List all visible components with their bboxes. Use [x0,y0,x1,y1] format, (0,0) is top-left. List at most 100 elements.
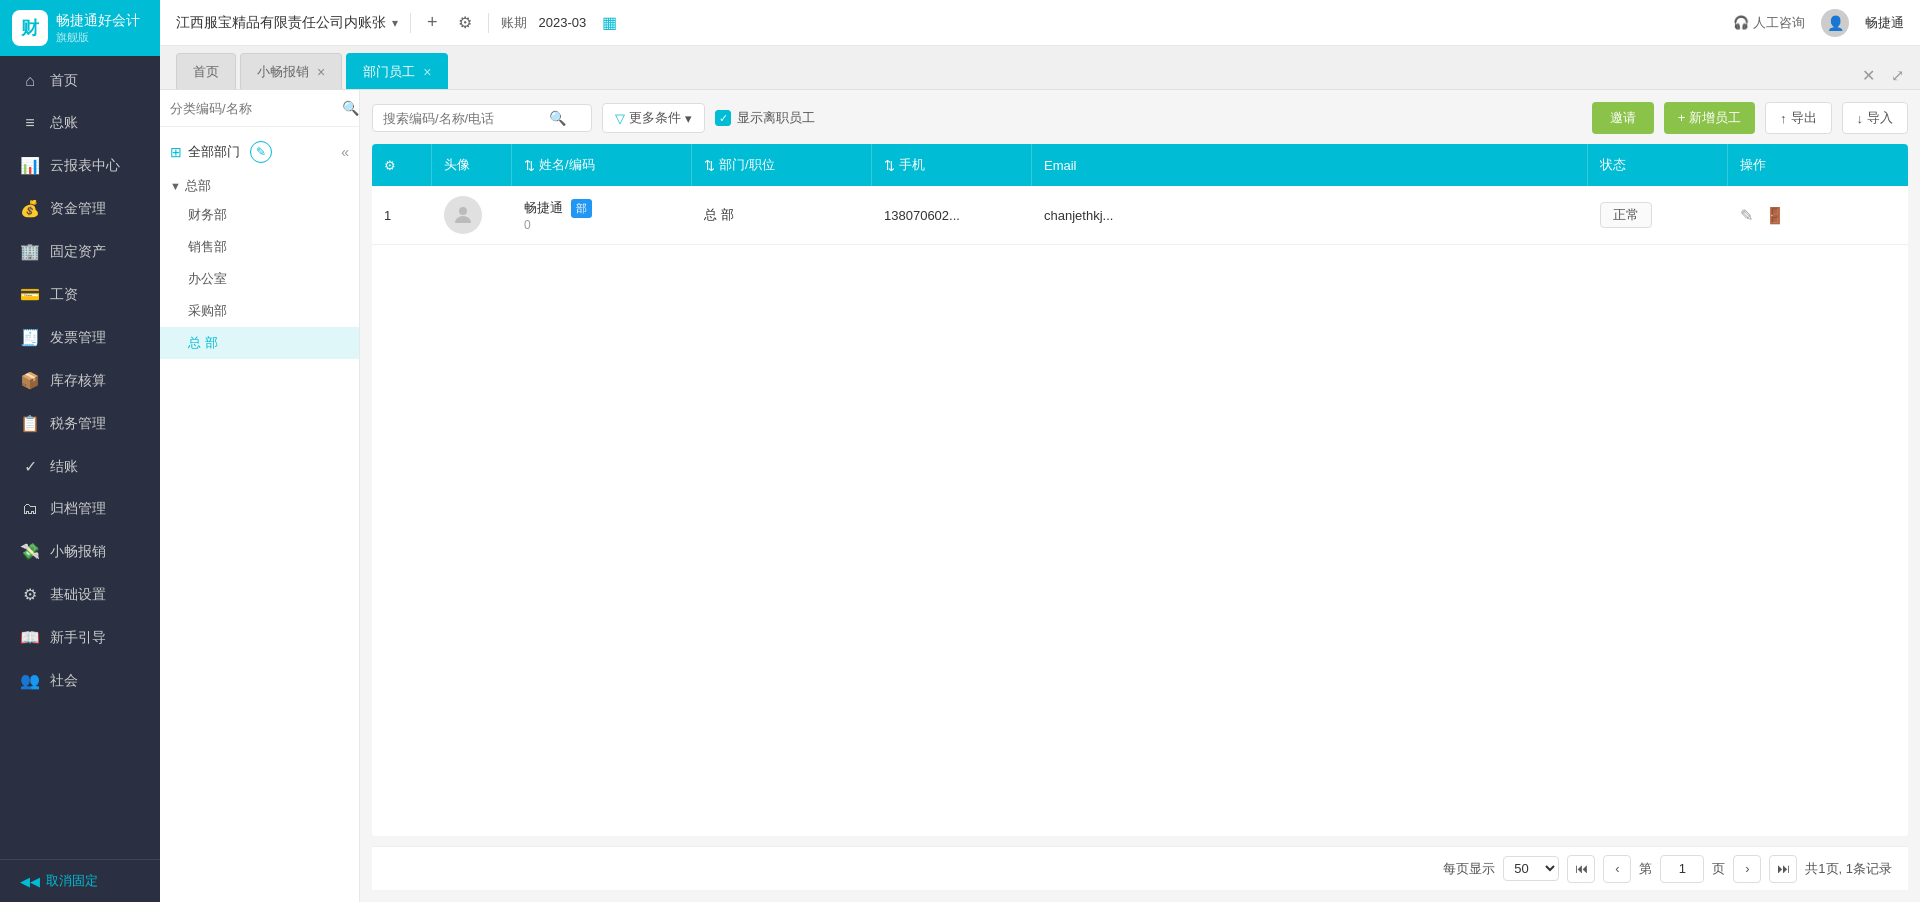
period-label: 账期 [501,14,527,32]
inventory-icon: 📦 [20,371,40,390]
import-label: 导入 [1867,109,1893,127]
tab-expense-label: 小畅报销 [257,63,309,81]
tab-expense-close[interactable]: × [317,64,325,80]
next-page-button[interactable]: › [1733,855,1761,883]
sidebar-nav: ⌂ 首页 ≡ 总账 📊 云报表中心 💰 资金管理 🏢 固定资产 💳 工资 🧾 发… [0,56,160,859]
employee-search-icon[interactable]: 🔍 [549,110,566,126]
sidebar-item-assets[interactable]: 🏢 固定资产 [0,230,160,273]
td-avatar [432,186,512,244]
dept-group-zongbu[interactable]: ▼ 总部 [160,171,359,199]
service-button[interactable]: 🎧 人工咨询 [1733,14,1805,32]
import-button[interactable]: ↓ 导入 [1842,102,1909,134]
tab-maximize-btn[interactable]: ⤢ [1887,62,1908,89]
dept-item-office-label: 办公室 [188,271,227,286]
sidebar-label-assets: 固定资产 [50,243,106,261]
fund-icon: 💰 [20,199,40,218]
th-name[interactable]: ⇅ 姓名/编码 [512,144,692,186]
employee-avatar [444,196,482,234]
dept-item-purchasing[interactable]: 采购部 [160,295,359,327]
dept-collapse-icon[interactable]: « [341,144,349,160]
first-page-button[interactable]: ⏮ [1567,855,1595,883]
search-box: 🔍 [372,104,592,132]
sidebar-item-guide[interactable]: 📖 新手引导 [0,616,160,659]
tab-department-label: 部门员工 [363,63,415,81]
page-input[interactable] [1660,855,1704,883]
page-label: 页 [1712,860,1725,878]
app-edition: 旗舰版 [56,30,140,45]
salary-icon: 💳 [20,285,40,304]
dept-item-finance[interactable]: 财务部 [160,199,359,231]
sidebar-item-reports[interactable]: 📊 云报表中心 [0,144,160,187]
tax-icon: 📋 [20,414,40,433]
filter-arrow: ▾ [685,111,692,126]
top-header: 江西服宝精品有限责任公司内账张 ▾ + ⚙ 账期 2023-03 ▦ 🎧 人工咨… [160,0,1920,46]
sidebar-label-fund: 资金管理 [50,200,106,218]
period-value: 2023-03 [539,15,587,30]
th-actions: 操作 [1728,144,1908,186]
employee-name: 畅捷通 [524,199,563,217]
sidebar-item-invoice[interactable]: 🧾 发票管理 [0,316,160,359]
dept-item-general[interactable]: 总 部 [160,327,359,359]
export-button[interactable]: ↑ 导出 [1765,102,1832,134]
sidebar-item-salary[interactable]: 💳 工资 [0,273,160,316]
td-no: 1 [372,198,432,233]
show-resigned-label: 显示离职员工 [737,109,815,127]
delete-button[interactable]: 🚪 [1765,206,1785,225]
sidebar-item-home[interactable]: ⌂ 首页 [0,60,160,102]
sidebar-item-checkout[interactable]: ✓ 结账 [0,445,160,488]
employee-dept: 总 部 [704,206,734,224]
show-resigned-toggle[interactable]: ✓ 显示离职员工 [715,109,815,127]
employee-search-input[interactable] [383,111,543,126]
dept-all-button[interactable]: ⊞ 全部部门 ✎ « [160,133,359,171]
settings-icon: ⚙ [20,585,40,604]
dept-edit-button[interactable]: ✎ [250,141,272,163]
action-icons: ✎ 🚪 [1740,206,1785,225]
sidebar-label-reports: 云报表中心 [50,157,120,175]
filter-button[interactable]: ▽ 更多条件 ▾ [602,103,705,133]
dept-type-badge: 部 [571,199,592,218]
row-no: 1 [384,208,391,223]
cancel-pin-button[interactable]: ◀◀ 取消固定 [0,859,160,902]
dept-search-input[interactable] [170,101,338,116]
employee-code: 0 [524,218,592,232]
guide-icon: 📖 [20,628,40,647]
dept-item-office[interactable]: 办公室 [160,263,359,295]
tab-expense[interactable]: 小畅报销 × [240,53,342,89]
edit-button[interactable]: ✎ [1740,206,1753,225]
show-resigned-checkbox[interactable]: ✓ [715,110,731,126]
header-divider-1 [410,13,411,33]
sidebar-item-inventory[interactable]: 📦 库存核算 [0,359,160,402]
add-employee-button[interactable]: + 新增员工 [1664,102,1755,134]
th-phone[interactable]: ⇅ 手机 [872,144,1032,186]
import-icon: ↓ [1857,111,1864,126]
tabs-controls: ✕ ⤢ [1858,62,1920,89]
company-name: 江西服宝精品有限责任公司内账张 [176,14,386,32]
th-dept[interactable]: ⇅ 部门/职位 [692,144,872,186]
dept-item-sales[interactable]: 销售部 [160,231,359,263]
tab-department[interactable]: 部门员工 × [346,53,448,89]
sidebar-item-settings[interactable]: ⚙ 基础设置 [0,573,160,616]
tab-department-close[interactable]: × [423,64,431,80]
settings-button[interactable]: ⚙ [454,9,476,36]
sidebar-item-ledger[interactable]: ≡ 总账 [0,102,160,144]
sidebar-label-checkout: 结账 [50,458,78,476]
add-tab-button[interactable]: + [423,8,442,37]
sidebar-item-tax[interactable]: 📋 税务管理 [0,402,160,445]
sidebar-item-archive[interactable]: 🗂 归档管理 [0,488,160,530]
tab-home[interactable]: 首页 [176,53,236,89]
invite-button[interactable]: 邀请 [1592,102,1654,134]
th-settings[interactable]: ⚙ [372,144,432,186]
calendar-icon[interactable]: ▦ [602,13,617,32]
company-selector[interactable]: 江西服宝精品有限责任公司内账张 ▾ [176,14,398,32]
sidebar-item-social[interactable]: 👥 社会 [0,659,160,702]
th-avatar: 头像 [432,144,512,186]
page-no-label: 第 [1639,860,1652,878]
tab-close-btn[interactable]: ✕ [1858,62,1879,89]
sidebar-item-expense[interactable]: 💸 小畅报销 [0,530,160,573]
sidebar-item-fund[interactable]: 💰 资金管理 [0,187,160,230]
prev-page-button[interactable]: ‹ [1603,855,1631,883]
dept-search-icon[interactable]: 🔍 [342,100,359,116]
page-size-select[interactable]: 50 20 100 [1503,856,1559,881]
last-page-button[interactable]: ⏭ [1769,855,1797,883]
reports-icon: 📊 [20,156,40,175]
